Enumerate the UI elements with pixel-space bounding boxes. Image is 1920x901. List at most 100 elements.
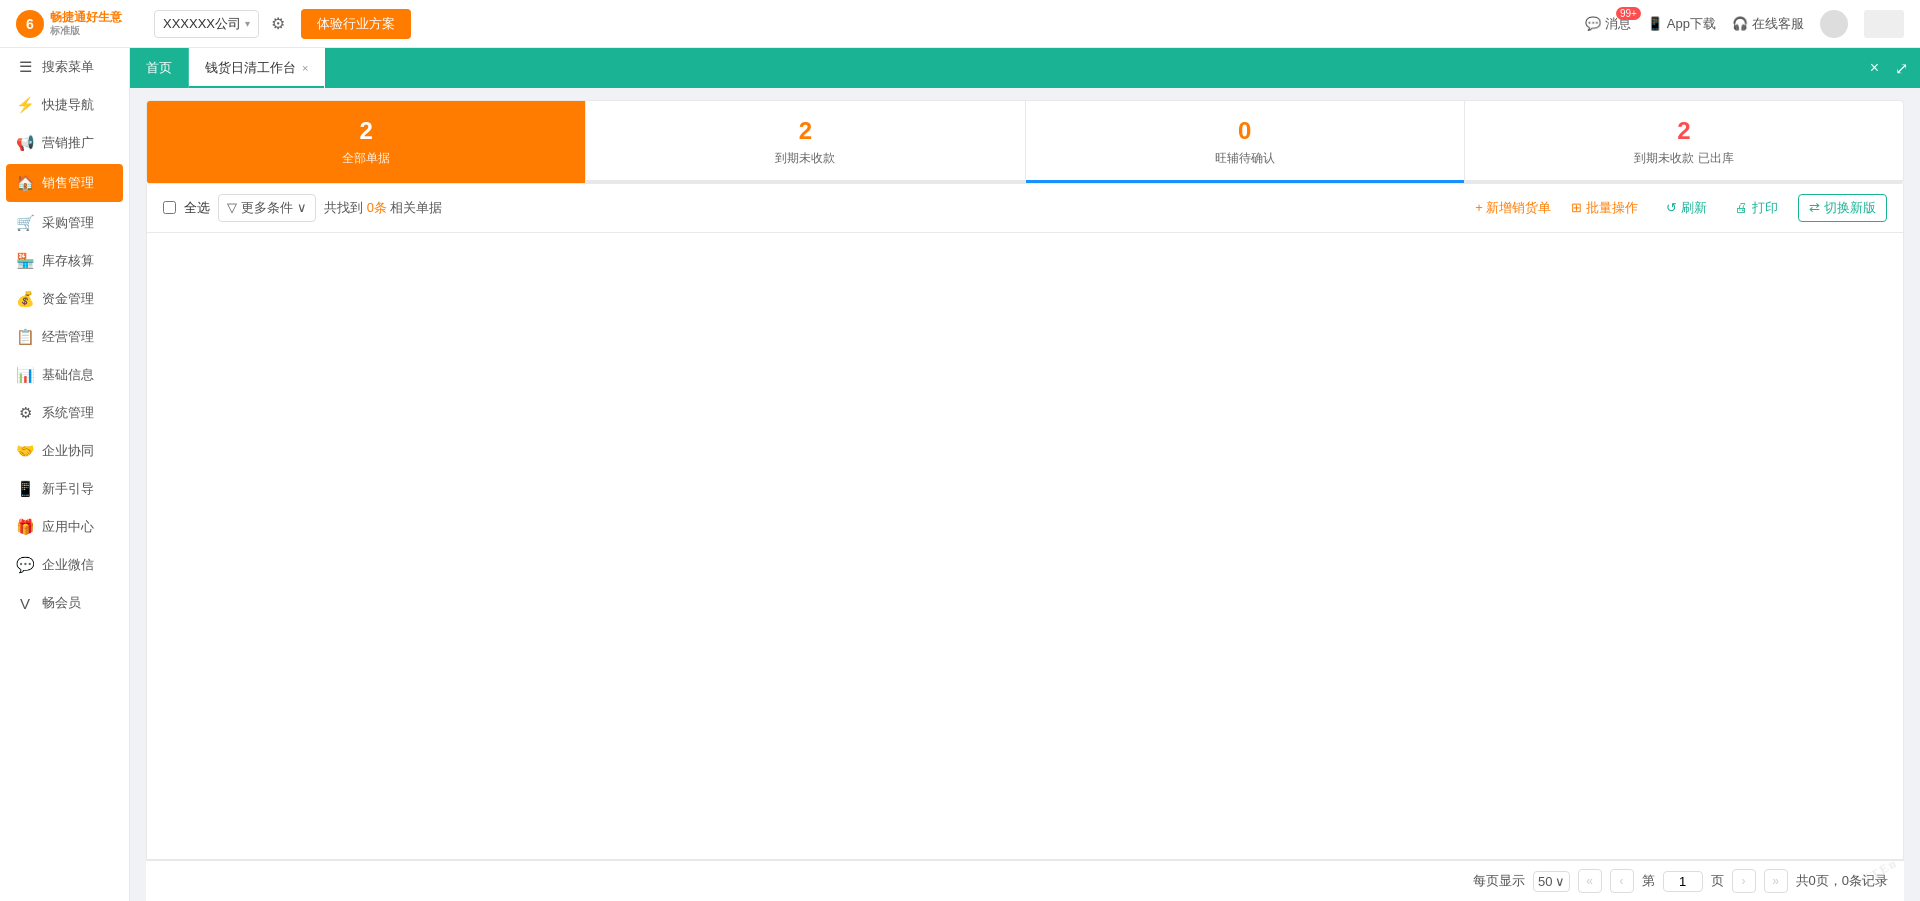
refresh-button[interactable]: ↺ 刷新 (1658, 195, 1715, 221)
vip-icon: V (16, 595, 34, 612)
enterprise-label: 企业协同 (42, 442, 94, 460)
sidebar-item-inventory[interactable]: 🏪库存核算 (0, 242, 129, 280)
chevron-down-icon: ▾ (245, 18, 250, 29)
header-right: 💬 消息 99+ 📱 App下载 🎧 在线客服 (1585, 10, 1904, 38)
sidebar-item-newbie[interactable]: 📱新手引导 (0, 470, 129, 508)
new-sales-order-button[interactable]: + 新增销货单 (1475, 199, 1551, 217)
app-body: ☰搜索菜单⚡快捷导航📢营销推广 🏠 销售管理 🛒 采购管理 🏪库存核算💰资金管理 📋 经营管理… (0, 48, 1920, 901)
sidebar-item-enterprise[interactable]: 🤝企业协同 (0, 432, 129, 470)
logo-sub: 标准版 (50, 25, 122, 37)
print-label: 打印 (1752, 199, 1778, 217)
vip-label: 畅会员 (42, 594, 81, 612)
operations-icon: 📋 (16, 328, 34, 346)
message-button[interactable]: 💬 消息 99+ (1585, 15, 1631, 33)
tab-actions: × ⤢ (1866, 55, 1920, 82)
newbie-icon: 📱 (16, 480, 34, 498)
print-icon: 🖨 (1735, 200, 1748, 215)
purchase-icon: 🛒 (16, 214, 34, 232)
company-selector[interactable]: XXXXXX公司 ▾ (154, 10, 259, 38)
system-icon: ⚙ (16, 404, 34, 422)
per-page-value: 50 (1538, 874, 1552, 889)
filter-icon: ▽ (227, 200, 237, 215)
finance-label: 资金管理 (42, 290, 94, 308)
page-number-input[interactable] (1663, 871, 1703, 892)
toolbar: 全选 ▽ 更多条件 ∨ 共找到 0条 相关单据 + 新增销货单 ⊞ (146, 184, 1904, 233)
switch-version-button[interactable]: ⇄ 切换新版 (1798, 194, 1887, 222)
logo-main: 畅捷通好生意 (50, 10, 122, 24)
user-menu[interactable] (1864, 10, 1904, 38)
sidebar-item-sales[interactable]: 🏠 销售管理 (6, 164, 123, 202)
sidebar-item-purchase[interactable]: 🛒 采购管理 (0, 204, 129, 242)
trial-button[interactable]: 体验行业方案 (301, 9, 411, 39)
tab-close-icon[interactable]: × (302, 62, 308, 74)
logo-icon: 6 (16, 10, 44, 38)
sidebar-item-enterprise-wechat[interactable]: 💬企业微信 (0, 546, 129, 584)
filter-label: 更多条件 (241, 199, 293, 217)
prev-page-button[interactable]: ‹ (1610, 869, 1634, 893)
page-suffix: 页 (1711, 872, 1724, 890)
tab-home-label: 首页 (146, 59, 172, 77)
sidebar-item-search-menu[interactable]: ☰搜索菜单 (0, 48, 129, 86)
card-label-all: 全部单据 (167, 150, 565, 167)
filter-button[interactable]: ▽ 更多条件 ∨ (218, 194, 316, 222)
select-all-checkbox[interactable] (163, 201, 176, 214)
app-download-button[interactable]: 📱 App下载 (1647, 15, 1716, 33)
search-menu-label: 搜索菜单 (42, 58, 94, 76)
main-content: 首页 钱货日清工作台 × × ⤢ 2全部单据2到期未收款0旺辅待确认2到期未收款… (130, 48, 1920, 901)
card-num-overdue-shipped: 2 (1485, 117, 1883, 146)
summary-card-all[interactable]: 2全部单据 (147, 101, 586, 183)
switch-icon: ⇄ (1809, 200, 1820, 215)
settings-icon[interactable]: ⚙ (267, 10, 289, 37)
found-count: 0条 (367, 200, 387, 215)
toolbar-right: + 新增销货单 ⊞ 批量操作 ↺ 刷新 🖨 打印 ⇄ (1475, 194, 1887, 222)
avatar[interactable] (1820, 10, 1848, 38)
select-all-label: 全选 (184, 199, 210, 217)
card-underline-overdue (586, 180, 1024, 183)
inventory-label: 库存核算 (42, 252, 94, 270)
summary-cards: 2全部单据2到期未收款0旺辅待确认2到期未收款 已出库 (146, 100, 1904, 184)
sales-label: 销售管理 (42, 174, 94, 192)
tab-workbench[interactable]: 钱货日清工作台 × (189, 48, 325, 88)
summary-card-overdue[interactable]: 2到期未收款 (586, 101, 1025, 183)
summary-card-wangwang[interactable]: 0旺辅待确认 (1026, 101, 1465, 183)
basic-info-icon: 📊 (16, 366, 34, 384)
system-label: 系统管理 (42, 404, 94, 422)
sidebar-item-app-center[interactable]: 🎁应用中心 (0, 508, 129, 546)
operations-label: 经营管理 (42, 328, 94, 346)
print-button[interactable]: 🖨 打印 (1727, 195, 1786, 221)
basic-info-label: 基础信息 (42, 366, 94, 384)
sidebar-item-system[interactable]: ⚙ 系统管理 (0, 394, 129, 432)
sidebar-item-finance[interactable]: 💰资金管理 (0, 280, 129, 318)
toolbar-left: 全选 ▽ 更多条件 ∨ 共找到 0条 相关单据 (163, 194, 442, 222)
company-name: XXXXXX公司 (163, 15, 241, 33)
online-service-button[interactable]: 🎧 在线客服 (1732, 15, 1804, 33)
last-page-button[interactable]: » (1764, 869, 1788, 893)
per-page-select[interactable]: 50 ∨ (1533, 871, 1569, 892)
sidebar-item-marketing[interactable]: 📢营销推广 (0, 124, 129, 162)
purchase-label: 采购管理 (42, 214, 94, 232)
tab-minimize-button[interactable]: × (1866, 55, 1883, 82)
found-text: 共找到 0条 相关单据 (324, 199, 442, 217)
first-page-button[interactable]: « (1578, 869, 1602, 893)
enterprise-wechat-label: 企业微信 (42, 556, 94, 574)
found-prefix: 共找到 (324, 200, 363, 215)
batch-operation-button[interactable]: ⊞ 批量操作 (1563, 195, 1646, 221)
refresh-icon: ↺ (1666, 200, 1677, 215)
next-page-button[interactable]: › (1732, 869, 1756, 893)
online-service-label: 在线客服 (1752, 15, 1804, 33)
batch-icon: ⊞ (1571, 200, 1582, 215)
filter-chevron-icon: ∨ (297, 200, 307, 215)
tab-maximize-button[interactable]: ⤢ (1891, 55, 1912, 82)
sidebar-item-quick-nav[interactable]: ⚡快捷导航 (0, 86, 129, 124)
total-label: 共0页，0条记录 (1796, 872, 1888, 890)
sidebar-item-operations[interactable]: 📋 经营管理 (0, 318, 129, 356)
card-num-wangwang: 0 (1046, 117, 1444, 146)
sales-icon: 🏠 (16, 174, 34, 192)
sidebar-item-basic-info[interactable]: 📊 基础信息 (0, 356, 129, 394)
sidebar-item-vip[interactable]: V 畅会员 (0, 584, 129, 622)
logo-text: 畅捷通好生意 标准版 (50, 10, 122, 36)
tab-home[interactable]: 首页 (130, 48, 189, 88)
sidebar: ☰搜索菜单⚡快捷导航📢营销推广 🏠 销售管理 🛒 采购管理 🏪库存核算💰资金管理 📋 经营管理… (0, 48, 130, 901)
page-prefix: 第 (1642, 872, 1655, 890)
summary-card-overdue-shipped[interactable]: 2到期未收款 已出库 (1465, 101, 1903, 183)
